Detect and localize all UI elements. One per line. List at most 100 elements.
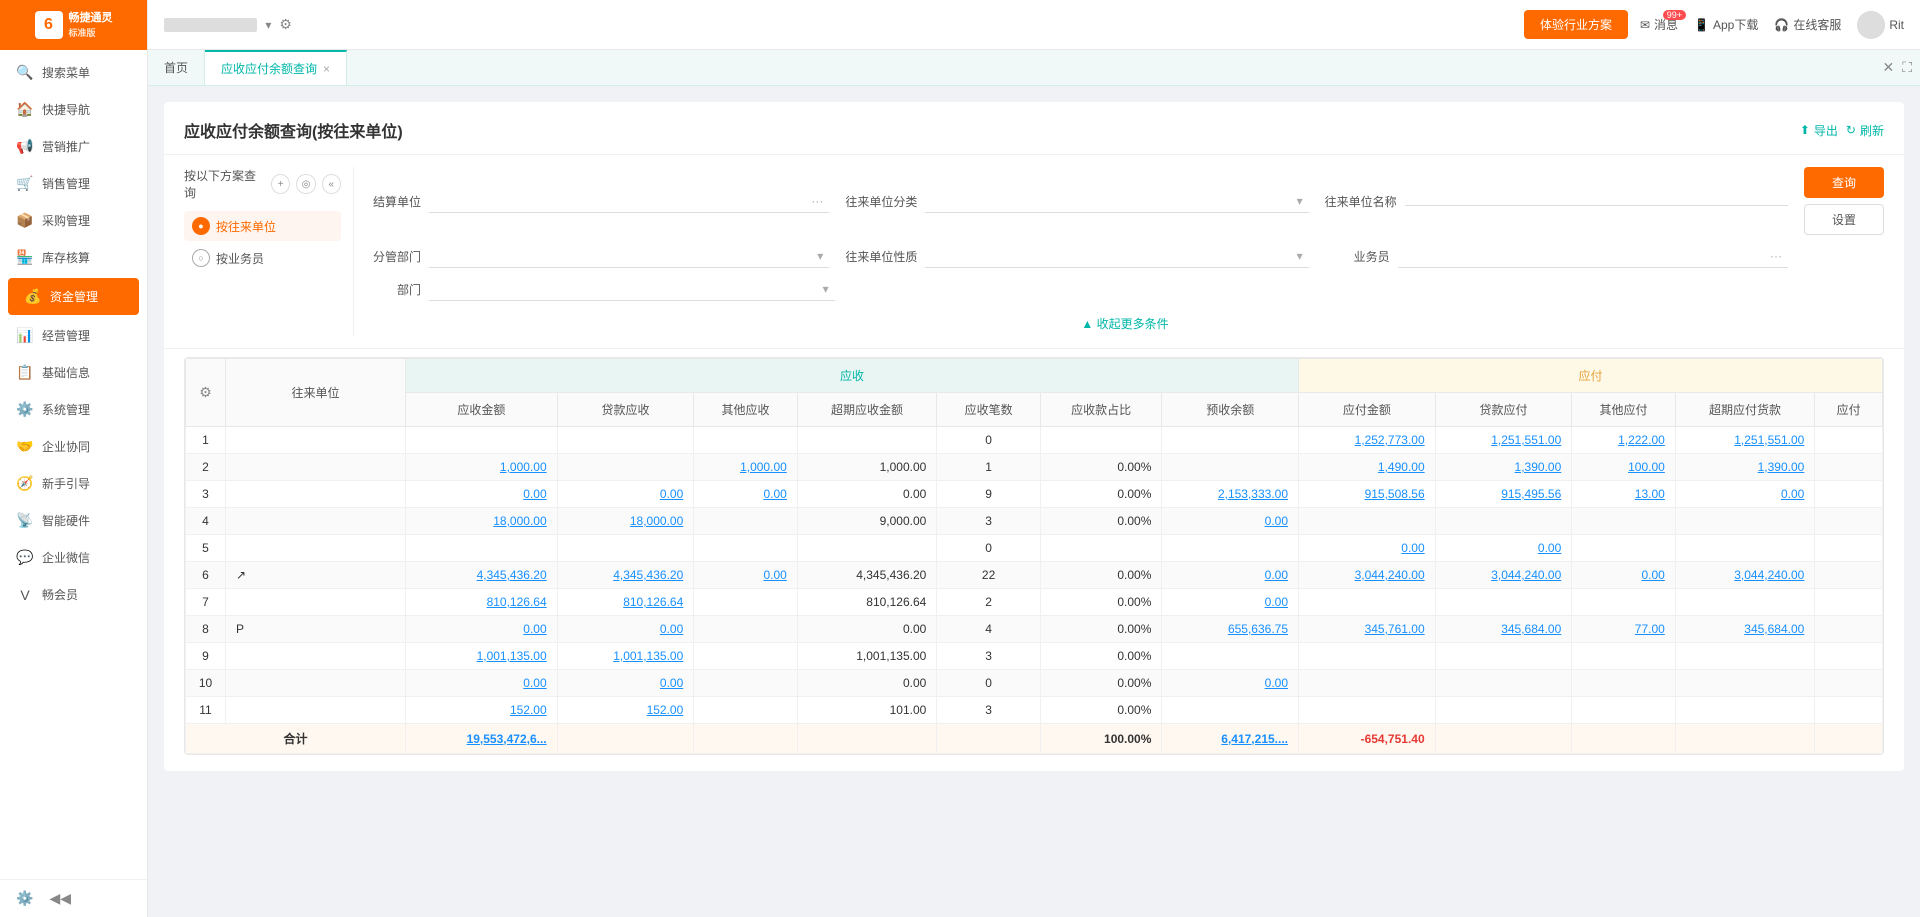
panel-item-partner[interactable]: ● 按往来单位 [184,211,341,241]
table-cell[interactable]: 1,490.00 [1299,454,1436,481]
table-cell[interactable]: 1,000.00 [406,454,558,481]
table-cell[interactable]: 18,000.00 [406,508,558,535]
table-cell[interactable]: 345,684.00 [1435,616,1572,643]
table-cell[interactable]: 0.00 [1675,481,1815,508]
table-cell[interactable]: 0.00 [1435,535,1572,562]
member-icon: V [16,587,34,603]
table-settings-icon[interactable]: ⚙ [199,384,212,400]
setting-button[interactable]: 设置 [1804,204,1884,235]
sidebar-item-finance[interactable]: 💰 资金管理 [8,278,139,315]
table-cell[interactable]: 4,345,436.20 [406,562,558,589]
table-cell[interactable]: 3,044,240.00 [1299,562,1436,589]
export-button[interactable]: ⬆ 导出 [1800,122,1838,139]
sidebar-item-search[interactable]: 🔍 搜索菜单 [0,54,147,91]
sidebar-item-purchase[interactable]: 📦 采购管理 [0,202,147,239]
sidebar-item-member[interactable]: V 畅会员 [0,576,147,613]
table-cell[interactable]: 810,126.64 [406,589,558,616]
search-label: 按以下方案查询 [184,167,265,201]
tab-active[interactable]: 应收应付余额查询 × [205,50,347,85]
salesperson-input[interactable]: ··· [1398,245,1788,268]
refresh-button[interactable]: ↻ 刷新 [1846,122,1884,139]
sidebar-item-hardware[interactable]: 📡 智能硬件 [0,502,147,539]
app-download-item[interactable]: 📱 App下载 [1694,16,1758,33]
sidebar-item-wechat[interactable]: 💬 企业微信 [0,539,147,576]
table-cell[interactable]: 0.00 [1162,562,1299,589]
table-cell[interactable]: 345,761.00 [1299,616,1436,643]
table-cell[interactable]: 1,000.00 [694,454,798,481]
table-cell[interactable]: 77.00 [1572,616,1676,643]
sidebar-item-marketing[interactable]: 📢 营销推广 [0,128,147,165]
user-area[interactable]: Rit [1857,11,1904,39]
sidebar-item-corp[interactable]: 🤝 企业协同 [0,428,147,465]
table-cell[interactable]: 0.00 [1572,562,1676,589]
table-cell[interactable]: 0.00 [406,670,558,697]
collapse-icon[interactable]: ◀◀ [49,890,71,907]
table-cell[interactable]: 152.00 [557,697,694,724]
dept-input[interactable]: ▾ [429,278,835,301]
query-button[interactable]: 查询 [1804,167,1884,198]
chevron-down-icon[interactable]: ▾ [265,18,271,32]
table-cell[interactable]: 0.00 [406,481,558,508]
sidebar-item-guide[interactable]: 🧭 新手引导 [0,465,147,502]
add-scheme-icon[interactable]: + [271,174,290,194]
table-cell[interactable]: 1,001,135.00 [406,643,558,670]
table-cell[interactable]: 0.00 [557,670,694,697]
table-cell[interactable]: 1,252,773.00 [1299,427,1436,454]
table-cell[interactable]: 4,345,436.20 [557,562,694,589]
jiesuan-input[interactable]: ··· [429,190,829,213]
edit-scheme-icon[interactable]: ◎ [296,174,315,194]
table-cell[interactable]: 0.00 [406,616,558,643]
sidebar-item-warehouse[interactable]: 🏪 库存核算 [0,239,147,276]
table-cell[interactable]: 1,390.00 [1435,454,1572,481]
wanglai-nature-input[interactable]: ▾ [925,245,1308,268]
table-cell[interactable]: 0.00 [1162,589,1299,616]
table-cell[interactable]: 915,508.56 [1299,481,1436,508]
table-cell[interactable]: 18,000.00 [557,508,694,535]
sidebar-item-system[interactable]: ⚙️ 系统管理 [0,391,147,428]
wanglai-category-input[interactable]: ▾ [925,190,1308,213]
tab-close-icon[interactable]: × [323,62,330,76]
table-cell[interactable]: 0.00 [694,481,798,508]
table-cell[interactable]: 810,126.64 [557,589,694,616]
table-cell[interactable]: 152.00 [406,697,558,724]
delete-scheme-icon[interactable]: « [322,174,341,194]
settings-bottom-icon[interactable]: ⚙️ [16,890,33,907]
table-cell[interactable]: 0.00 [557,616,694,643]
table-cell[interactable]: 0.00 [1162,670,1299,697]
promo-button[interactable]: 体验行业方案 [1524,10,1628,39]
sidebar-item-sales[interactable]: 🛒 销售管理 [0,165,147,202]
table-cell[interactable]: 0.00 [1299,535,1436,562]
table-cell[interactable]: 1,001,135.00 [557,643,694,670]
table-cell[interactable]: 3,044,240.00 [1435,562,1572,589]
table-cell[interactable]: 1,222.00 [1572,427,1676,454]
table-cell[interactable]: 655,636.75 [1162,616,1299,643]
footer-label: 合计 [186,724,406,754]
sidebar-item-nav[interactable]: 🏠 快捷导航 [0,91,147,128]
table-cell[interactable]: 915,495.56 [1435,481,1572,508]
table-cell[interactable]: 100.00 [1572,454,1676,481]
wanglai-name-input[interactable] [1405,197,1788,206]
table-cell[interactable]: 0.00 [1162,508,1299,535]
table-cell[interactable]: 0.00 [557,481,694,508]
sidebar-item-basic[interactable]: 📋 基础信息 [0,354,147,391]
table-cell[interactable]: 1,390.00 [1675,454,1815,481]
collapse-button[interactable]: ▲ 收起更多条件 [1081,317,1168,331]
table-cell[interactable]: 2,153,333.00 [1162,481,1299,508]
panel-item-salesperson[interactable]: ○ 按业务员 [184,243,341,273]
fenguan-input[interactable]: ▾ [429,245,829,268]
sidebar-item-operation[interactable]: 📊 经营管理 [0,317,147,354]
close-window-icon[interactable]: ✕ [1882,59,1894,76]
footer-ys-total[interactable]: 19,553,472,6... [406,724,558,754]
table-cell[interactable]: 3,044,240.00 [1675,562,1815,589]
table-cell[interactable]: 13.00 [1572,481,1676,508]
message-item[interactable]: ✉ 消息 99+ [1640,16,1678,33]
online-service-item[interactable]: 🎧 在线客服 [1774,16,1841,33]
table-cell[interactable]: 1,251,551.00 [1675,427,1815,454]
table-cell[interactable]: 1,251,551.00 [1435,427,1572,454]
table-cell[interactable]: 345,684.00 [1675,616,1815,643]
gear-icon[interactable]: ⚙ [279,16,292,33]
maximize-icon[interactable]: ⛶ [1902,59,1912,76]
table-cell[interactable]: 0.00 [694,562,798,589]
footer-ys-prepay[interactable]: 6,417,215.... [1162,724,1299,754]
tab-home[interactable]: 首页 [148,50,205,85]
